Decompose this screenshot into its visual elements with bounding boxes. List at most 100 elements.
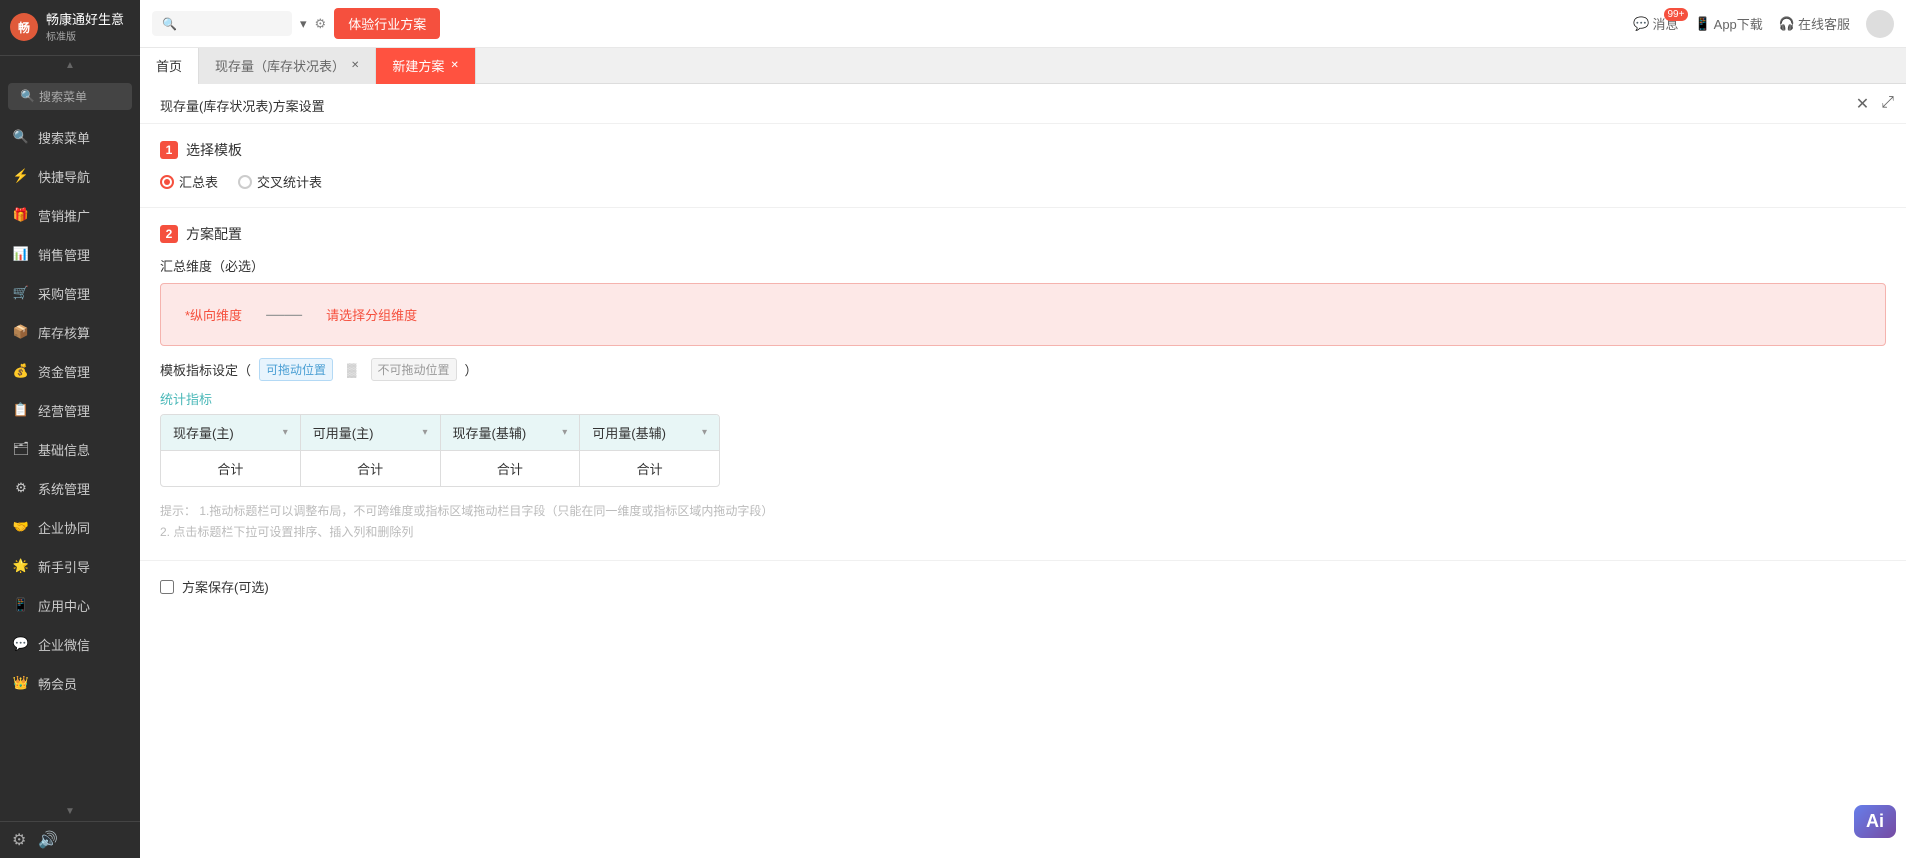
col-header-1[interactable]: 可用量(主) ▾ <box>301 415 441 450</box>
col-header-0-dropdown[interactable]: ▾ <box>283 427 288 438</box>
topbar-search-icon: 🔍 <box>162 17 177 31</box>
message-button[interactable]: 💬 消息 99+ <box>1633 14 1678 33</box>
sidebar: 畅 畅康通好生意 标准版 ▲ 🔍 搜索菜单 🔍 搜索菜单 ⚡ 快捷导航 🎁 营销… <box>0 0 140 858</box>
radio-cross-circle <box>238 175 252 189</box>
sidebar-item-sales[interactable]: 📊 销售管理 <box>0 235 140 274</box>
sidebar-item-business[interactable]: 📋 经营管理 <box>0 391 140 430</box>
newbie-nav-label: 新手引导 <box>38 557 90 576</box>
sidebar-item-newbie[interactable]: 🌟 新手引导 <box>0 547 140 586</box>
radio-summary-label: 汇总表 <box>179 172 218 191</box>
col-header-2-label: 现存量(基辅) <box>453 423 527 442</box>
sidebar-item-marketing[interactable]: 🎁 营销推广 <box>0 196 140 235</box>
col-header-3-label: 可用量(基辅) <box>592 423 666 442</box>
step2-label: 方案配置 <box>186 224 242 244</box>
quick-nav-nav-label: 快捷导航 <box>38 167 90 186</box>
topbar-settings-icon[interactable]: ⚙ <box>315 16 327 32</box>
indicator-settings: 模板指标设定（ 可拖动位置 ▓ 不可拖动位置 ） <box>160 358 1886 381</box>
col-header-2[interactable]: 现存量(基辅) ▾ <box>441 415 581 450</box>
topbar-dropdown-icon[interactable]: ▾ <box>300 16 307 32</box>
speaker-icon[interactable]: 🔊 <box>38 830 58 850</box>
tabs-bar: 首页 现存量（库存状况表） ✕ 新建方案 ✕ <box>140 48 1906 84</box>
dim-placeholder: 请选择分组维度 <box>326 305 417 324</box>
col-header-3[interactable]: 可用量(基辅) ▾ <box>580 415 719 450</box>
app-download-button[interactable]: 📱 App下载 <box>1694 14 1762 33</box>
sidebar-item-member[interactable]: 👑 畅会员 <box>0 664 140 703</box>
indicator-label: 模板指标设定（ 可拖动位置 ▓ 不可拖动位置 ） <box>160 358 1886 381</box>
radio-cross[interactable]: 交叉统计表 <box>238 172 322 191</box>
sidebar-item-search[interactable]: 🔍 搜索菜单 <box>0 118 140 157</box>
sidebar-item-inventory[interactable]: 📦 库存核算 <box>0 313 140 352</box>
stats-table-row-0: 合计 合计 合计 合计 <box>161 450 719 486</box>
close-panel-button[interactable]: ✕ <box>1852 92 1873 116</box>
business-nav-label: 经营管理 <box>38 401 90 420</box>
main-area: 🔍 ▾ ⚙ 体验行业方案 💬 消息 99+ 📱 App下载 🎧 在线客服 <box>140 0 1906 858</box>
sidebar-item-quick-nav[interactable]: ⚡ 快捷导航 <box>0 157 140 196</box>
apps-nav-label: 应用中心 <box>38 596 90 615</box>
sidebar-item-basic[interactable]: 🗂 基础信息 <box>0 430 140 469</box>
content-area: ✕ ⤢ 现存量(库存状况表)方案设置 1 选择模板 汇总表 <box>140 84 1906 858</box>
stats-table-header: 现存量(主) ▾ 可用量(主) ▾ 现存量(基辅) ▾ <box>161 415 719 450</box>
phone-icon: 📱 <box>1694 16 1710 32</box>
scroll-up[interactable]: ▲ <box>0 56 140 75</box>
ai-badge[interactable]: Ai <box>1854 805 1896 838</box>
col-header-3-dropdown[interactable]: ▾ <box>702 427 707 438</box>
newbie-nav-icon: 🌟 <box>12 557 30 575</box>
cell-0-0: 合计 <box>161 450 301 486</box>
sidebar-item-finance[interactable]: 💰 资金管理 <box>0 352 140 391</box>
col-header-0[interactable]: 现存量(主) ▾ <box>161 415 301 450</box>
save-scheme-checkbox[interactable] <box>160 580 174 594</box>
stats-label: 统计指标 <box>160 389 1886 408</box>
contract-nav-icon: 🤝 <box>12 518 30 536</box>
not-draggable-tag: 不可拖动位置 <box>371 358 457 381</box>
tab-inventory-status[interactable]: 现存量（库存状况表） ✕ <box>199 48 376 84</box>
tab-home-label: 首页 <box>156 56 182 75</box>
tab-home[interactable]: 首页 <box>140 48 199 84</box>
step2-badge: 2 <box>160 225 178 243</box>
contract-nav-label: 企业协同 <box>38 518 90 537</box>
tab-inventory-close[interactable]: ✕ <box>351 60 359 71</box>
dimension-area[interactable]: *纵向维度 —— 请选择分组维度 <box>160 283 1886 346</box>
sidebar-item-wechat[interactable]: 💬 企业微信 <box>0 625 140 664</box>
logo-icon: 畅 <box>10 13 38 41</box>
inventory-nav-icon: 📦 <box>12 323 30 341</box>
sidebar-footer: ⚙ 🔊 <box>0 821 140 858</box>
purchase-nav-label: 采购管理 <box>38 284 90 303</box>
message-icon: 💬 <box>1633 16 1649 32</box>
tab-new-scheme[interactable]: 新建方案 ✕ <box>376 48 475 84</box>
sidebar-item-purchase[interactable]: 🛒 采购管理 <box>0 274 140 313</box>
inventory-nav-label: 库存核算 <box>38 323 90 342</box>
apps-nav-icon: 📱 <box>12 596 30 614</box>
radio-summary[interactable]: 汇总表 <box>160 172 218 191</box>
tab-new-scheme-close[interactable]: ✕ <box>450 60 458 71</box>
draggable-tag: 可拖动位置 <box>259 358 333 381</box>
marketing-nav-label: 营销推广 <box>38 206 90 225</box>
scroll-down[interactable]: ▼ <box>0 802 140 821</box>
topbar-search[interactable]: 🔍 <box>152 11 292 36</box>
sales-nav-label: 销售管理 <box>38 245 90 264</box>
headset-icon: 🎧 <box>1779 16 1795 32</box>
sidebar-item-system[interactable]: ⚙ 系统管理 <box>0 469 140 508</box>
online-service-button[interactable]: 🎧 在线客服 <box>1779 14 1850 33</box>
col-header-1-dropdown[interactable]: ▾ <box>422 427 427 438</box>
cell-0-2: 合计 <box>441 450 581 486</box>
basic-nav-icon: 🗂 <box>12 440 30 458</box>
search-icon: 🔍 <box>20 89 35 103</box>
sidebar-search-button[interactable]: 🔍 搜索菜单 <box>8 83 132 110</box>
vertical-dim-label: *纵向维度 <box>185 305 242 324</box>
user-avatar[interactable] <box>1866 10 1894 38</box>
panel-controls: ✕ ⤢ <box>1844 84 1906 124</box>
stats-table-area: 统计指标 现存量(主) ▾ 可用量(主) ▾ <box>160 389 1886 490</box>
settings-icon[interactable]: ⚙ <box>12 830 26 850</box>
sidebar-item-apps[interactable]: 📱 应用中心 <box>0 586 140 625</box>
quick-nav-nav-icon: ⚡ <box>12 167 30 185</box>
stats-table: 现存量(主) ▾ 可用量(主) ▾ 现存量(基辅) ▾ <box>160 414 720 487</box>
sidebar-item-contract[interactable]: 🤝 企业协同 <box>0 508 140 547</box>
wechat-nav-label: 企业微信 <box>38 635 90 654</box>
expand-panel-button[interactable]: ⤢ <box>1877 92 1898 116</box>
col-header-0-label: 现存量(主) <box>173 423 234 442</box>
trial-button[interactable]: 体验行业方案 <box>334 8 440 39</box>
col-header-2-dropdown[interactable]: ▾ <box>562 427 567 438</box>
dim-arrow: —— <box>266 304 302 325</box>
template-radio-group: 汇总表 交叉统计表 <box>160 172 1886 191</box>
member-nav-icon: 👑 <box>12 674 30 692</box>
